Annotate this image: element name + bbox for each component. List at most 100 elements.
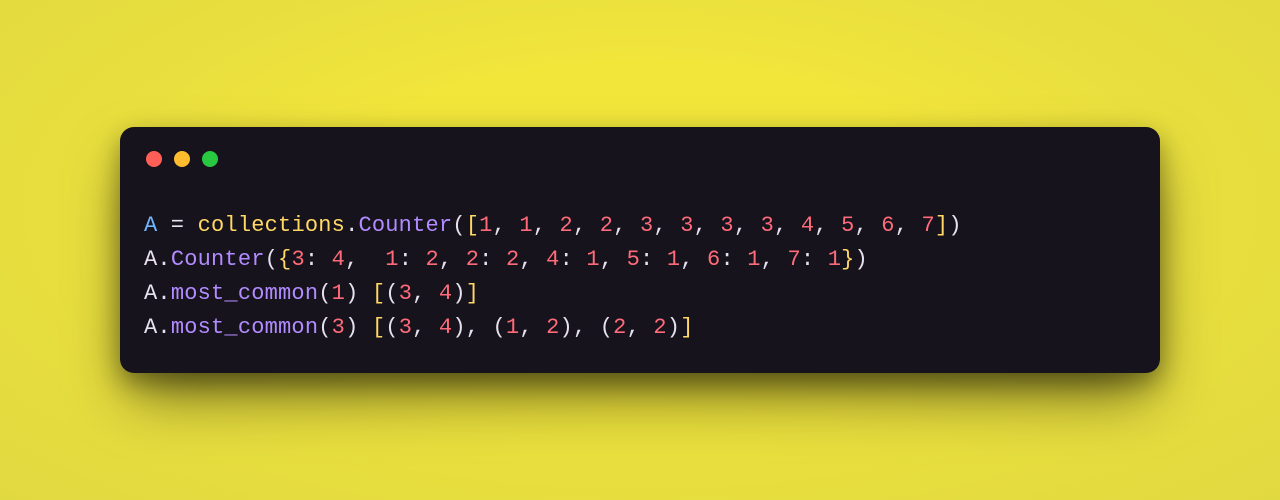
code-token: 1: [506, 315, 519, 340]
code-token: 1: [332, 281, 345, 306]
code-token: 4: [546, 247, 559, 272]
code-window: A = collections.Counter([1, 1, 2, 2, 3, …: [120, 127, 1160, 373]
code-token: 4: [439, 281, 452, 306]
code-token: 3: [720, 213, 733, 238]
code-token: :: [305, 247, 332, 272]
code-token: 7: [787, 247, 800, 272]
code-token: 1: [385, 247, 398, 272]
code-token: ]: [680, 315, 693, 340]
code-token: 3: [291, 247, 304, 272]
window-controls: [146, 151, 1136, 167]
code-token: ): [345, 315, 372, 340]
code-token: ,: [814, 213, 841, 238]
code-token: ,: [694, 213, 721, 238]
code-token: :: [720, 247, 747, 272]
code-token: 1: [667, 247, 680, 272]
code-token: ]: [935, 213, 948, 238]
code-token: .: [345, 213, 358, 238]
code-token: 1: [519, 213, 532, 238]
code-token: =: [157, 213, 197, 238]
code-token: :: [560, 247, 587, 272]
maximize-icon[interactable]: [202, 151, 218, 167]
code-token: ): [855, 247, 868, 272]
code-token: :: [479, 247, 506, 272]
code-token: 3: [761, 213, 774, 238]
code-token: 5: [627, 247, 640, 272]
code-token: 7: [922, 213, 935, 238]
code-token: collections: [198, 213, 345, 238]
code-token: ,: [761, 247, 788, 272]
code-token: 1: [479, 213, 492, 238]
code-token: 2: [600, 213, 613, 238]
code-token: 3: [399, 281, 412, 306]
code-token: [: [372, 315, 385, 340]
code-token: }: [841, 247, 854, 272]
code-token: 6: [707, 247, 720, 272]
code-token: 2: [653, 315, 666, 340]
code-token: ,: [345, 247, 385, 272]
code-token: 2: [426, 247, 439, 272]
code-token: ,: [600, 247, 627, 272]
code-token: 4: [439, 315, 452, 340]
code-token: {: [278, 247, 291, 272]
code-token: 3: [640, 213, 653, 238]
stage: A = collections.Counter([1, 1, 2, 2, 3, …: [0, 0, 1280, 500]
code-token: :: [640, 247, 667, 272]
code-token: 3: [332, 315, 345, 340]
code-token: ,: [412, 315, 439, 340]
code-token: Counter: [358, 213, 452, 238]
code-token: ,: [519, 247, 546, 272]
code-token: A.: [144, 281, 171, 306]
code-token: ,: [854, 213, 881, 238]
code-token: 1: [586, 247, 599, 272]
code-token: 4: [801, 213, 814, 238]
code-token: ,: [774, 213, 801, 238]
code-token: 3: [680, 213, 693, 238]
code-token: ,: [533, 213, 560, 238]
code-token: A.: [144, 247, 171, 272]
code-token: 2: [466, 247, 479, 272]
code-token: ,: [519, 315, 546, 340]
code-token: 2: [546, 315, 559, 340]
code-token: 2: [560, 213, 573, 238]
code-token: ,: [895, 213, 922, 238]
close-icon[interactable]: [146, 151, 162, 167]
code-token: (: [452, 213, 465, 238]
code-token: ,: [439, 247, 466, 272]
code-token: (: [385, 281, 398, 306]
code-token: ,: [653, 213, 680, 238]
code-token: (: [385, 315, 398, 340]
code-token: (: [265, 247, 278, 272]
code-token: ), (: [560, 315, 614, 340]
code-token: ]: [466, 281, 479, 306]
code-token: ): [667, 315, 680, 340]
code-token: A: [144, 213, 157, 238]
code-token: (: [318, 315, 331, 340]
code-line: A = collections.Counter([1, 1, 2, 2, 3, …: [144, 209, 1136, 243]
code-token: 1: [828, 247, 841, 272]
code-token: ): [452, 281, 465, 306]
code-token: most_common: [171, 281, 318, 306]
code-token: 4: [332, 247, 345, 272]
minimize-icon[interactable]: [174, 151, 190, 167]
code-token: 2: [506, 247, 519, 272]
code-token: 1: [747, 247, 760, 272]
code-token: ,: [493, 213, 520, 238]
code-line: A.most_common(3) [(3, 4), (1, 2), (2, 2)…: [144, 311, 1136, 345]
code-token: ,: [613, 213, 640, 238]
code-token: Counter: [171, 247, 265, 272]
code-token: 5: [841, 213, 854, 238]
code-token: ,: [734, 213, 761, 238]
code-token: 3: [399, 315, 412, 340]
code-token: [: [466, 213, 479, 238]
code-token: ), (: [452, 315, 506, 340]
code-line: A.Counter({3: 4, 1: 2, 2: 2, 4: 1, 5: 1,…: [144, 243, 1136, 277]
code-token: most_common: [171, 315, 318, 340]
code-token: :: [399, 247, 426, 272]
code-token: ,: [680, 247, 707, 272]
code-token: :: [801, 247, 828, 272]
code-token: ,: [573, 213, 600, 238]
code-token: ,: [412, 281, 439, 306]
code-token: A.: [144, 315, 171, 340]
code-token: 6: [881, 213, 894, 238]
